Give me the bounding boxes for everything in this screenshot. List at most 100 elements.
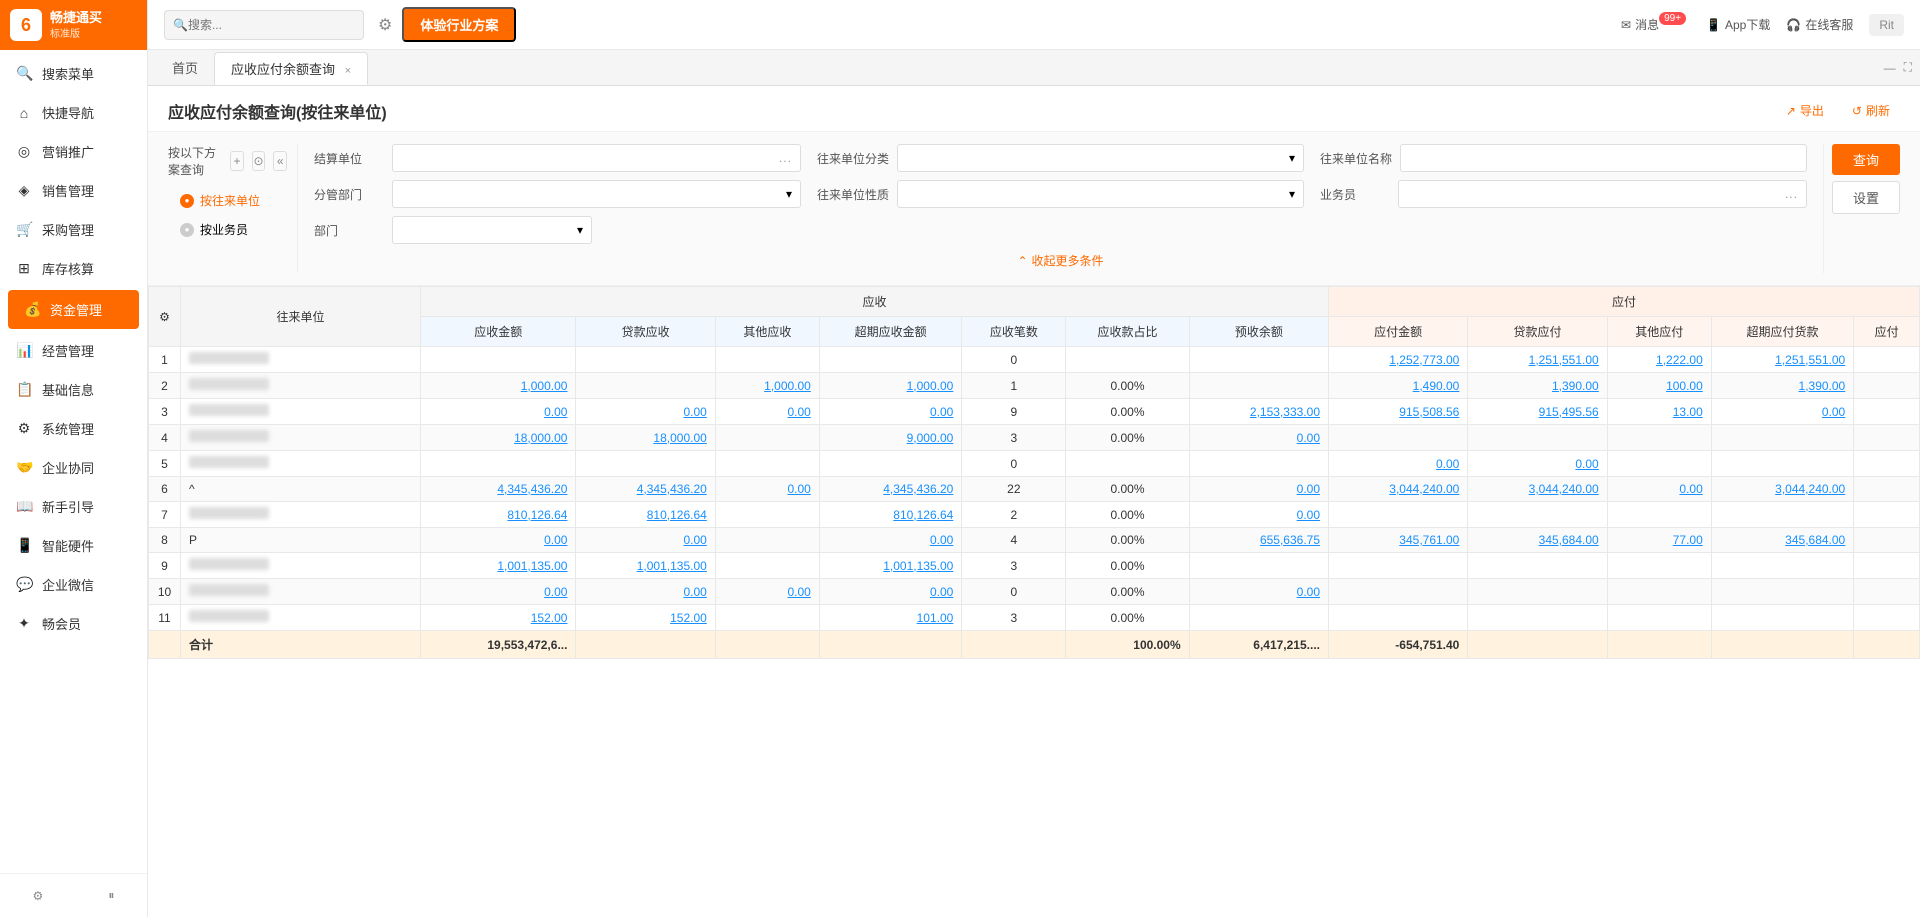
cell-advance_balance[interactable]: 0.00 — [1189, 425, 1328, 451]
tab-current[interactable]: 应收应付余额查询 × — [214, 52, 368, 85]
cell-payable_amt[interactable]: 0.00 — [1329, 451, 1468, 477]
link-payable_amt[interactable]: 3,044,240.00 — [1389, 482, 1459, 496]
refresh-button[interactable]: ↺ 刷新 — [1842, 98, 1900, 123]
link-other_payable[interactable]: 13.00 — [1673, 405, 1703, 419]
sidebar-item-quick[interactable]: ⌂ 快捷导航 — [0, 93, 147, 132]
link-loan_payable[interactable]: 345,684.00 — [1539, 533, 1599, 547]
link-overdue_payable[interactable]: 1,390.00 — [1799, 379, 1846, 393]
cell-other_receivable[interactable]: 1,000.00 — [715, 373, 819, 399]
cell-payable_amt[interactable]: 3,044,240.00 — [1329, 477, 1468, 502]
user-name[interactable]: Rit — [1869, 14, 1904, 36]
cell-loan_payable[interactable]: 0.00 — [1468, 451, 1607, 477]
scheme-item-staff[interactable]: ● 按业务员 — [172, 217, 287, 242]
cell-other_payable[interactable]: 100.00 — [1607, 373, 1711, 399]
cell-overdue_receivable[interactable]: 0.00 — [819, 579, 961, 605]
sidebar-item-wechat[interactable]: 💬 企业微信 — [0, 565, 147, 604]
header-search-box[interactable]: 🔍 — [164, 10, 364, 40]
cell-loan_payable[interactable]: 3,044,240.00 — [1468, 477, 1607, 502]
link-receivable_amt[interactable]: 0.00 — [544, 405, 567, 419]
link-loan_payable[interactable]: 3,044,240.00 — [1529, 482, 1599, 496]
link-loan_payable[interactable]: 1,390.00 — [1552, 379, 1599, 393]
cell-loan_receivable[interactable]: 810,126.64 — [576, 502, 715, 528]
cell-receivable_amt[interactable]: 4,345,436.20 — [421, 477, 576, 502]
cell-receivable_amt[interactable]: 1,001,135.00 — [421, 553, 576, 579]
link-other_payable[interactable]: 77.00 — [1673, 533, 1703, 547]
link-loan_receivable[interactable]: 0.00 — [683, 533, 706, 547]
unit-name-input[interactable] — [1400, 144, 1807, 172]
cell-loan_receivable[interactable]: 152.00 — [576, 605, 715, 631]
link-overdue_receivable[interactable]: 810,126.64 — [893, 508, 953, 522]
link-receivable_amt[interactable]: 152.00 — [531, 611, 568, 625]
cell-advance_balance[interactable]: 0.00 — [1189, 579, 1328, 605]
settings-btn[interactable]: ⚙ — [21, 883, 56, 909]
cell-loan_receivable[interactable]: 4,345,436.20 — [576, 477, 715, 502]
link-other_receivable[interactable]: 0.00 — [788, 405, 811, 419]
link-receivable_amt[interactable]: 18,000.00 — [514, 431, 567, 445]
cell-other_receivable[interactable]: 0.00 — [715, 477, 819, 502]
cell-payable_amt[interactable]: 1,490.00 — [1329, 373, 1468, 399]
link-payable_amt[interactable]: 345,761.00 — [1399, 533, 1459, 547]
link-overdue_receivable[interactable]: 0.00 — [930, 405, 953, 419]
link-overdue_payable[interactable]: 345,684.00 — [1785, 533, 1845, 547]
link-other_receivable[interactable]: 1,000.00 — [764, 379, 811, 393]
cell-overdue_receivable[interactable]: 101.00 — [819, 605, 961, 631]
cell-other_payable[interactable]: 13.00 — [1607, 399, 1711, 425]
cell-payable_amt[interactable]: 345,761.00 — [1329, 528, 1468, 553]
cell-advance_balance[interactable]: 0.00 — [1189, 477, 1328, 502]
link-overdue_receivable[interactable]: 0.00 — [930, 533, 953, 547]
sidebar-item-finance[interactable]: 💰 资金管理 — [8, 290, 139, 329]
cell-loan_payable[interactable]: 1,390.00 — [1468, 373, 1607, 399]
cell-overdue_payable[interactable]: 1,251,551.00 — [1711, 347, 1853, 373]
link-loan_receivable[interactable]: 1,001,135.00 — [637, 559, 707, 573]
cell-overdue_receivable[interactable]: 0.00 — [819, 528, 961, 553]
link-advance_balance[interactable]: 655,636.75 — [1260, 533, 1320, 547]
tab-close-icon[interactable]: × — [345, 65, 351, 77]
link-advance_balance[interactable]: 0.00 — [1297, 431, 1320, 445]
link-overdue_receivable[interactable]: 101.00 — [917, 611, 954, 625]
link-advance_balance[interactable]: 0.00 — [1297, 585, 1320, 599]
link-overdue_receivable[interactable]: 4,345,436.20 — [883, 482, 953, 496]
sidebar-item-manage[interactable]: 📊 经营管理 — [0, 331, 147, 370]
link-overdue_payable[interactable]: 0.00 — [1822, 405, 1845, 419]
cell-overdue_payable[interactable]: 1,390.00 — [1711, 373, 1853, 399]
link-payable_amt[interactable]: 1,490.00 — [1413, 379, 1460, 393]
sidebar-item-sales[interactable]: ◈ 销售管理 — [0, 171, 147, 210]
promo-button[interactable]: 体验行业方案 — [402, 7, 516, 42]
export-button[interactable]: ↗ 导出 — [1776, 98, 1834, 123]
cell-overdue_receivable[interactable]: 4,345,436.20 — [819, 477, 961, 502]
link-loan_receivable[interactable]: 4,345,436.20 — [637, 482, 707, 496]
cell-receivable_amt[interactable]: 810,126.64 — [421, 502, 576, 528]
link-advance_balance[interactable]: 0.00 — [1297, 482, 1320, 496]
link-loan_receivable[interactable]: 152.00 — [670, 611, 707, 625]
link-loan_payable[interactable]: 0.00 — [1575, 457, 1598, 471]
cell-receivable_amt[interactable]: 0.00 — [421, 528, 576, 553]
cell-other_payable[interactable]: 0.00 — [1607, 477, 1711, 502]
scheme-item-unit[interactable]: ● 按往来单位 — [172, 188, 287, 213]
cell-payable_amt[interactable]: 915,508.56 — [1329, 399, 1468, 425]
cell-overdue_receivable[interactable]: 0.00 — [819, 399, 961, 425]
th-settings[interactable]: ⚙ — [149, 287, 181, 347]
dept-input[interactable]: ▾ — [392, 216, 592, 244]
table-settings-icon[interactable]: ⚙ — [159, 310, 170, 324]
tab-home[interactable]: 首页 — [156, 52, 214, 83]
sidebar-item-guide[interactable]: 📖 新手引导 — [0, 487, 147, 526]
link-receivable_amt[interactable]: 1,000.00 — [521, 379, 568, 393]
link-overdue_receivable[interactable]: 9,000.00 — [907, 431, 954, 445]
link-receivable_amt[interactable]: 1,001,135.00 — [497, 559, 567, 573]
dept-manage-input[interactable]: ▾ — [392, 180, 801, 208]
link-receivable_amt[interactable]: 0.00 — [544, 585, 567, 599]
link-loan_payable[interactable]: 1,251,551.00 — [1529, 353, 1599, 367]
cell-overdue_receivable[interactable]: 810,126.64 — [819, 502, 961, 528]
link-loan_payable[interactable]: 915,495.56 — [1539, 405, 1599, 419]
cell-payable_amt[interactable]: 1,252,773.00 — [1329, 347, 1468, 373]
tab-maximize-icon[interactable]: ⛶ — [1904, 60, 1912, 75]
cell-overdue_receivable[interactable]: 1,000.00 — [819, 373, 961, 399]
link-receivable_amt[interactable]: 0.00 — [544, 533, 567, 547]
link-overdue_payable[interactable]: 3,044,240.00 — [1775, 482, 1845, 496]
filter-collapse-button[interactable]: « — [273, 151, 287, 171]
link-receivable_amt[interactable]: 4,345,436.20 — [497, 482, 567, 496]
online-service-action[interactable]: 🎧 在线客服 — [1786, 16, 1853, 33]
filter-settings-button[interactable]: ⊙ — [252, 151, 266, 171]
query-button[interactable]: 查询 — [1832, 144, 1900, 175]
cell-other_payable[interactable]: 77.00 — [1607, 528, 1711, 553]
